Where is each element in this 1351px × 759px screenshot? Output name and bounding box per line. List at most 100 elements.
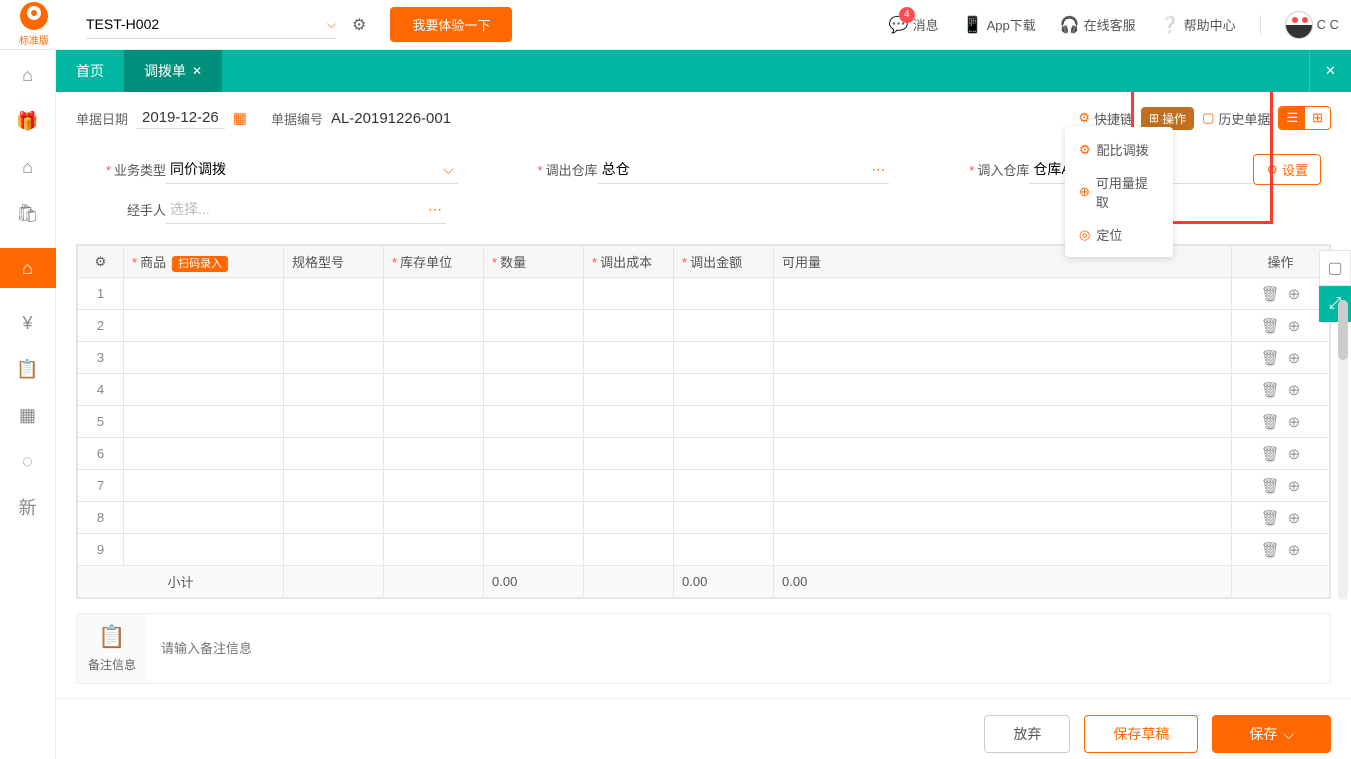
pin-icon: ◎ xyxy=(1079,227,1090,243)
sidebar-gift-icon[interactable]: 🎁 xyxy=(17,110,39,132)
date-value[interactable]: 2019-12-26 xyxy=(136,107,225,129)
table-row[interactable]: 2🗑⊕ xyxy=(78,310,1330,342)
table-row[interactable]: 1🗑⊕ xyxy=(78,278,1330,310)
copy-icon[interactable]: ⊕ xyxy=(1288,542,1301,559)
remark-input[interactable] xyxy=(147,614,1330,683)
sum-amount: 0.00 xyxy=(674,566,774,598)
table-row[interactable]: 8🗑⊕ xyxy=(78,502,1330,534)
remark-head: 📋 备注信息 xyxy=(77,614,147,683)
delete-icon[interactable]: 🗑 xyxy=(1261,286,1280,303)
sidebar-id-icon[interactable]: ▦ xyxy=(17,404,39,426)
sidebar-new-icon[interactable]: 新 xyxy=(17,496,39,518)
scrollbar[interactable] xyxy=(1338,300,1348,600)
table-row[interactable]: 9🗑⊕ xyxy=(78,534,1330,566)
docno-label: 单据编号 xyxy=(271,109,323,128)
view-grid-icon[interactable]: ⊞ xyxy=(1305,107,1330,129)
calendar-icon[interactable]: ▦ xyxy=(233,109,247,127)
table-row[interactable]: 5🗑⊕ xyxy=(78,406,1330,438)
delete-icon[interactable]: 🗑 xyxy=(1261,318,1280,335)
copy-icon[interactable]: ⊕ xyxy=(1288,382,1301,399)
view-toggle: ☰ ⊞ xyxy=(1278,106,1331,130)
sum-avail: 0.00 xyxy=(774,566,1232,598)
sidebar-home-icon[interactable]: ⌂ xyxy=(17,64,39,86)
table-row[interactable]: 6🗑⊕ xyxy=(78,438,1330,470)
scan-badge[interactable]: 扫码录入 xyxy=(172,256,228,272)
messages-link[interactable]: 💬 消息 4 xyxy=(889,15,939,35)
page: 单据日期 2019-12-26 ▦ 单据编号 AL-20191226-001 ⚙… xyxy=(56,92,1351,759)
table-row[interactable]: 7🗑⊕ xyxy=(78,470,1330,502)
copy-icon[interactable]: ⊕ xyxy=(1288,478,1301,495)
user-menu[interactable]: C C xyxy=(1285,11,1339,39)
copy-icon[interactable]: ⊕ xyxy=(1288,446,1301,463)
copy-icon[interactable]: ⊕ xyxy=(1288,318,1301,335)
field-handler: 经手人 ⋯ xyxy=(86,195,446,224)
experience-button[interactable]: 我要体验一下 xyxy=(390,7,512,42)
chevron-down-icon[interactable]: ⌵ xyxy=(443,161,454,178)
sidebar-house-icon[interactable]: ⌂ xyxy=(17,156,39,178)
help-link[interactable]: ❔ 帮助中心 xyxy=(1160,15,1236,35)
col-spec: 规格型号 xyxy=(284,246,384,278)
more-icon[interactable]: ⋯ xyxy=(871,161,885,178)
outwh-input[interactable] xyxy=(598,155,890,184)
chevron-down-icon: ⌵ xyxy=(327,17,336,32)
sidebar-clipboard-icon[interactable]: 📋 xyxy=(17,358,39,380)
copy-icon[interactable]: ⊕ xyxy=(1288,510,1301,527)
col-cost: *调出成本 xyxy=(584,246,674,278)
org-select[interactable]: ⌵ xyxy=(86,10,336,39)
dropdown-ratio[interactable]: ⚙配比调拨 xyxy=(1065,133,1173,166)
close-all-button[interactable]: ✕ xyxy=(1309,50,1351,92)
view-list-icon[interactable]: ☰ xyxy=(1279,107,1305,129)
tabs: 首页 调拨单 ✕ ✕ xyxy=(56,50,1351,92)
topbar: 标准版 ⌵ ⚙ 我要体验一下 💬 消息 4 📱 App下载 🎧 在线客服 ❔ 帮… xyxy=(0,0,1351,50)
delete-icon[interactable]: 🗑 xyxy=(1261,510,1280,527)
tab-home[interactable]: 首页 xyxy=(56,50,124,92)
col-op: 操作 xyxy=(1232,246,1330,278)
delete-icon[interactable]: 🗑 xyxy=(1261,446,1280,463)
service-link[interactable]: 🎧 在线客服 xyxy=(1060,15,1136,35)
delete-icon[interactable]: 🗑 xyxy=(1261,382,1280,399)
dropdown-avail[interactable]: ⊕可用量提取 xyxy=(1065,166,1173,218)
copy-icon[interactable]: ⊕ xyxy=(1288,414,1301,431)
table-row[interactable]: 4🗑⊕ xyxy=(78,374,1330,406)
delete-icon[interactable]: 🗑 xyxy=(1261,542,1280,559)
app-download-link[interactable]: 📱 App下载 xyxy=(963,15,1036,35)
save-button[interactable]: 保存⌵ xyxy=(1212,715,1331,753)
more-icon[interactable]: ⋯ xyxy=(428,201,442,218)
field-outwh: *调出仓库 ⋯ xyxy=(518,154,890,185)
rightbar-note-icon[interactable]: ▢ xyxy=(1319,250,1351,286)
field-biztype: *业务类型 ⌵ xyxy=(86,154,458,185)
subtotal-label: 小计 xyxy=(78,566,284,598)
tab-transfer[interactable]: 调拨单 ✕ xyxy=(124,50,222,92)
dropdown-locate[interactable]: ◎定位 xyxy=(1065,218,1173,251)
biztype-input[interactable] xyxy=(166,155,458,184)
delete-icon[interactable]: 🗑 xyxy=(1261,478,1280,495)
copy-icon[interactable]: ⊕ xyxy=(1288,350,1301,367)
draft-button[interactable]: 保存草稿 xyxy=(1084,715,1198,753)
logo: 标准版 xyxy=(12,2,56,47)
delete-icon[interactable]: 🗑 xyxy=(1261,414,1280,431)
col-gear[interactable]: ⚙ xyxy=(78,246,124,278)
col-goods: *商品扫码录入 xyxy=(124,246,284,278)
table-row[interactable]: 3🗑⊕ xyxy=(78,342,1330,374)
gear-icon[interactable]: ⚙ xyxy=(352,15,366,35)
sidebar-warehouse-icon[interactable]: ⌂ xyxy=(0,248,56,288)
close-icon[interactable]: ✕ xyxy=(192,64,202,78)
handler-input[interactable] xyxy=(166,195,446,224)
org-input[interactable] xyxy=(86,16,327,32)
sidebar-bag-icon[interactable]: 🛍 xyxy=(17,202,39,224)
col-amount: *调出金额 xyxy=(674,246,774,278)
col-qty: *数量 xyxy=(484,246,584,278)
shortcut-link[interactable]: ⚙快捷链 xyxy=(1078,109,1133,128)
sidebar-share-icon[interactable]: ◌ xyxy=(17,450,39,472)
delete-icon[interactable]: 🗑 xyxy=(1261,350,1280,367)
cancel-button[interactable]: 放弃 xyxy=(984,715,1070,753)
copy-icon[interactable]: ⊕ xyxy=(1288,286,1301,303)
headset-icon: 🎧 xyxy=(1060,15,1080,35)
sidebar-money-icon[interactable]: ¥ xyxy=(17,312,39,334)
phone-icon: 📱 xyxy=(963,15,983,35)
sum-qty: 0.00 xyxy=(484,566,584,598)
avatar-icon xyxy=(1285,11,1313,39)
top-right: 💬 消息 4 📱 App下载 🎧 在线客服 ❔ 帮助中心 C C xyxy=(889,11,1339,39)
table: ⚙ *商品扫码录入 规格型号 *库存单位 *数量 *调出成本 *调出金额 可用量… xyxy=(76,244,1331,599)
message-badge: 4 xyxy=(899,7,915,23)
